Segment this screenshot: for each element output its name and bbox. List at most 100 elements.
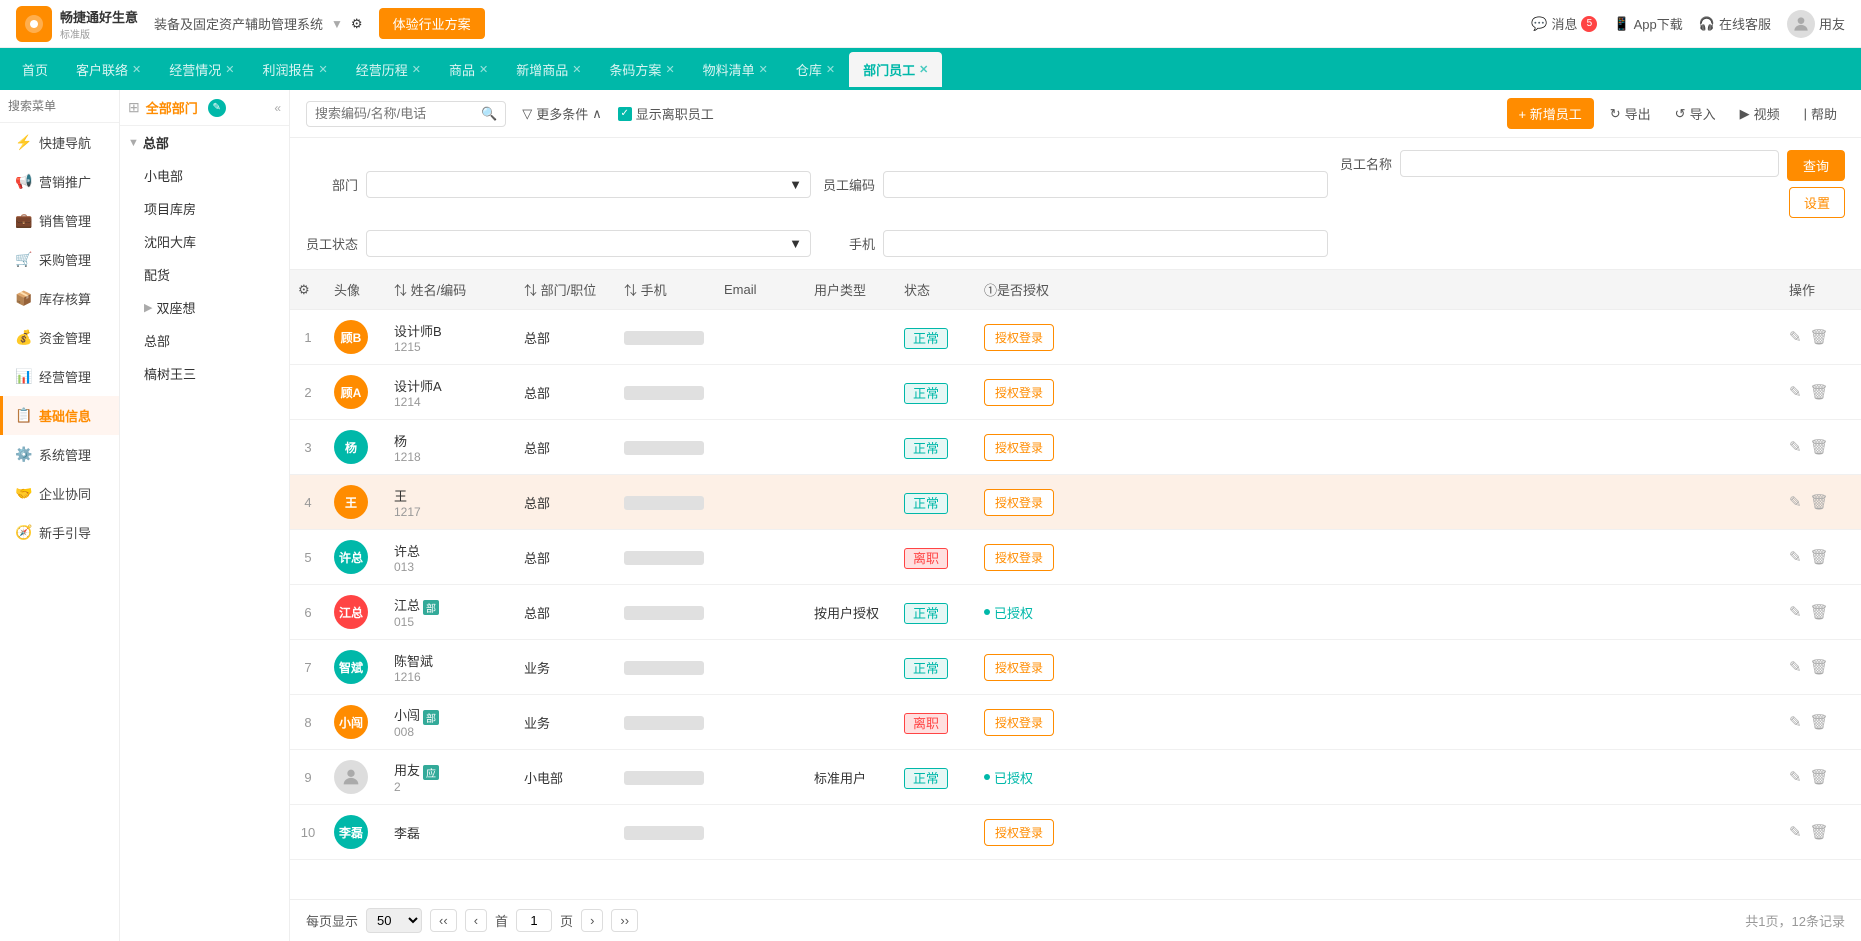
tab-new-goods[interactable]: 新增商品 ✕	[502, 52, 595, 87]
online-service-item[interactable]: 🎧 在线客服	[1699, 14, 1771, 33]
sidebar-item-sales[interactable]: 💼 销售管理	[0, 201, 119, 240]
search-icon[interactable]: 🔍	[481, 106, 497, 122]
show-resigned-checkbox[interactable]: ✓	[618, 107, 632, 121]
delete-icon[interactable]: 🗑	[1810, 768, 1829, 786]
tab-goods[interactable]: 商品 ✕	[435, 52, 502, 87]
view-button[interactable]: ▶ 视频	[1732, 100, 1788, 127]
dept-node-project-warehouse[interactable]: 项目库房	[120, 192, 289, 225]
edit-icon[interactable]: ✎	[1789, 768, 1802, 786]
delete-icon[interactable]: 🗑	[1810, 823, 1829, 841]
close-icon[interactable]: ✕	[826, 63, 835, 76]
edit-icon[interactable]: ✎	[1789, 328, 1802, 346]
dept-node-plant[interactable]: 槁树王三	[120, 357, 289, 390]
delete-icon[interactable]: 🗑	[1810, 383, 1829, 401]
sidebar-item-management[interactable]: 📊 经营管理	[0, 357, 119, 396]
app-download-item[interactable]: 📱 App下载	[1613, 14, 1682, 33]
dept-edit-icon[interactable]: ✎	[208, 99, 226, 117]
tab-customer[interactable]: 客户联络 ✕	[62, 52, 155, 87]
th-phone[interactable]: ⇅ 手机	[616, 270, 716, 310]
auth-login-button[interactable]: 授权登录	[984, 379, 1054, 406]
edit-icon[interactable]: ✎	[1789, 823, 1802, 841]
search-input[interactable]	[315, 106, 475, 121]
close-icon[interactable]: ✕	[319, 63, 328, 76]
page-number-input[interactable]	[516, 909, 552, 932]
delete-icon[interactable]: 🗑	[1810, 603, 1829, 621]
close-icon[interactable]: ✕	[572, 63, 581, 76]
sidebar-item-shortcut[interactable]: ⚡ 快捷导航	[0, 123, 119, 162]
dept-filter-select[interactable]: ▼	[366, 171, 811, 198]
settings-action-button[interactable]: 设置	[1789, 187, 1845, 218]
close-icon[interactable]: ✕	[412, 63, 421, 76]
th-dept-position[interactable]: ⇅ 部门/职位	[516, 270, 616, 310]
delete-icon[interactable]: 🗑	[1810, 438, 1829, 456]
user-item[interactable]: 用友	[1787, 10, 1845, 38]
auth-login-button[interactable]: 授权登录	[984, 819, 1054, 846]
sidebar-item-finance[interactable]: 💰 资金管理	[0, 318, 119, 357]
close-icon[interactable]: ✕	[919, 63, 928, 76]
close-icon[interactable]: ✕	[132, 63, 141, 76]
tab-barcode[interactable]: 条码方案 ✕	[595, 52, 688, 87]
auth-login-button[interactable]: 授权登录	[984, 489, 1054, 516]
edit-icon[interactable]: ✎	[1789, 658, 1802, 676]
page-size-select[interactable]: 50 10 20 100	[366, 908, 422, 933]
tab-operation[interactable]: 经营情况 ✕	[155, 52, 248, 87]
last-page-button[interactable]: ››	[611, 909, 638, 932]
close-icon[interactable]: ✕	[759, 63, 768, 76]
export-button[interactable]: ↻ 导出	[1602, 100, 1659, 127]
tab-home[interactable]: 首页	[8, 52, 62, 87]
delete-icon[interactable]: 🗑	[1810, 658, 1829, 676]
dept-node-distribution[interactable]: 配货	[120, 258, 289, 291]
sidebar-item-guide[interactable]: 🧭 新手引导	[0, 513, 119, 552]
th-name-code[interactable]: ⇅ 姓名/编码	[386, 270, 516, 310]
dept-node-small-electric[interactable]: 小电部	[120, 159, 289, 192]
sidebar-item-purchase[interactable]: 🛒 采购管理	[0, 240, 119, 279]
tab-department-staff[interactable]: 部门员工 ✕	[849, 52, 942, 87]
edit-icon[interactable]: ✎	[1789, 438, 1802, 456]
close-icon[interactable]: ✕	[479, 63, 488, 76]
message-item[interactable]: 💬 消息 5	[1531, 14, 1597, 33]
emp-code-input[interactable]	[883, 171, 1328, 198]
sidebar-item-system[interactable]: ⚙️ 系统管理	[0, 435, 119, 474]
delete-icon[interactable]: 🗑	[1810, 493, 1829, 511]
trial-button[interactable]: 体验行业方案	[379, 8, 485, 39]
sidebar-item-collab[interactable]: 🤝 企业协同	[0, 474, 119, 513]
dept-node-headquarter[interactable]: ▼ 总部	[120, 126, 289, 159]
first-page-button[interactable]: ‹‹	[430, 909, 457, 932]
emp-name-input[interactable]	[1400, 150, 1779, 177]
edit-icon[interactable]: ✎	[1789, 493, 1802, 511]
auth-login-button[interactable]: 授权登录	[984, 324, 1054, 351]
auth-login-button[interactable]: 授权登录	[984, 434, 1054, 461]
tab-profit[interactable]: 利润报告 ✕	[248, 52, 341, 87]
emp-status-select[interactable]: ▼	[366, 230, 811, 257]
import-button[interactable]: ↺ 导入	[1667, 100, 1724, 127]
auth-login-button[interactable]: 授权登录	[984, 654, 1054, 681]
gear-setting-icon[interactable]: ⚙	[351, 16, 363, 32]
search-action-button[interactable]: 查询	[1787, 150, 1845, 181]
close-icon[interactable]: ✕	[225, 63, 234, 76]
auth-login-button[interactable]: 授权登录	[984, 544, 1054, 571]
phone-input[interactable]	[883, 230, 1328, 257]
delete-icon[interactable]: 🗑	[1810, 713, 1829, 731]
settings-icon[interactable]: ⚙	[298, 282, 310, 297]
dept-node-hq2[interactable]: 总部	[120, 324, 289, 357]
next-page-button[interactable]: ›	[581, 909, 603, 932]
tab-bom[interactable]: 物料清单 ✕	[689, 52, 782, 87]
collapse-panel-icon[interactable]: «	[274, 101, 281, 115]
sidebar-item-marketing[interactable]: 📢 营销推广	[0, 162, 119, 201]
show-resigned-checkbox-wrap[interactable]: ✓ 显示离职员工	[618, 104, 714, 123]
sidebar-search-input[interactable]	[8, 99, 120, 113]
dept-node-shenyang[interactable]: 沈阳大库	[120, 225, 289, 258]
more-filter-button[interactable]: ▽ 更多条件 ∧	[514, 100, 610, 127]
edit-icon[interactable]: ✎	[1789, 603, 1802, 621]
tab-warehouse[interactable]: 仓库 ✕	[782, 52, 849, 87]
prev-page-button[interactable]: ‹	[465, 909, 487, 932]
dropdown-arrow-icon[interactable]: ▼	[331, 17, 343, 31]
auth-login-button[interactable]: 授权登录	[984, 709, 1054, 736]
edit-icon[interactable]: ✎	[1789, 383, 1802, 401]
add-employee-button[interactable]: + 新增员工	[1507, 98, 1594, 129]
tab-history[interactable]: 经营历程 ✕	[342, 52, 435, 87]
dept-node-double-seat[interactable]: ▶ 双座想	[120, 291, 289, 324]
edit-icon[interactable]: ✎	[1789, 548, 1802, 566]
sidebar-item-basic-info[interactable]: 📋 基础信息	[0, 396, 119, 435]
delete-icon[interactable]: 🗑	[1810, 548, 1829, 566]
